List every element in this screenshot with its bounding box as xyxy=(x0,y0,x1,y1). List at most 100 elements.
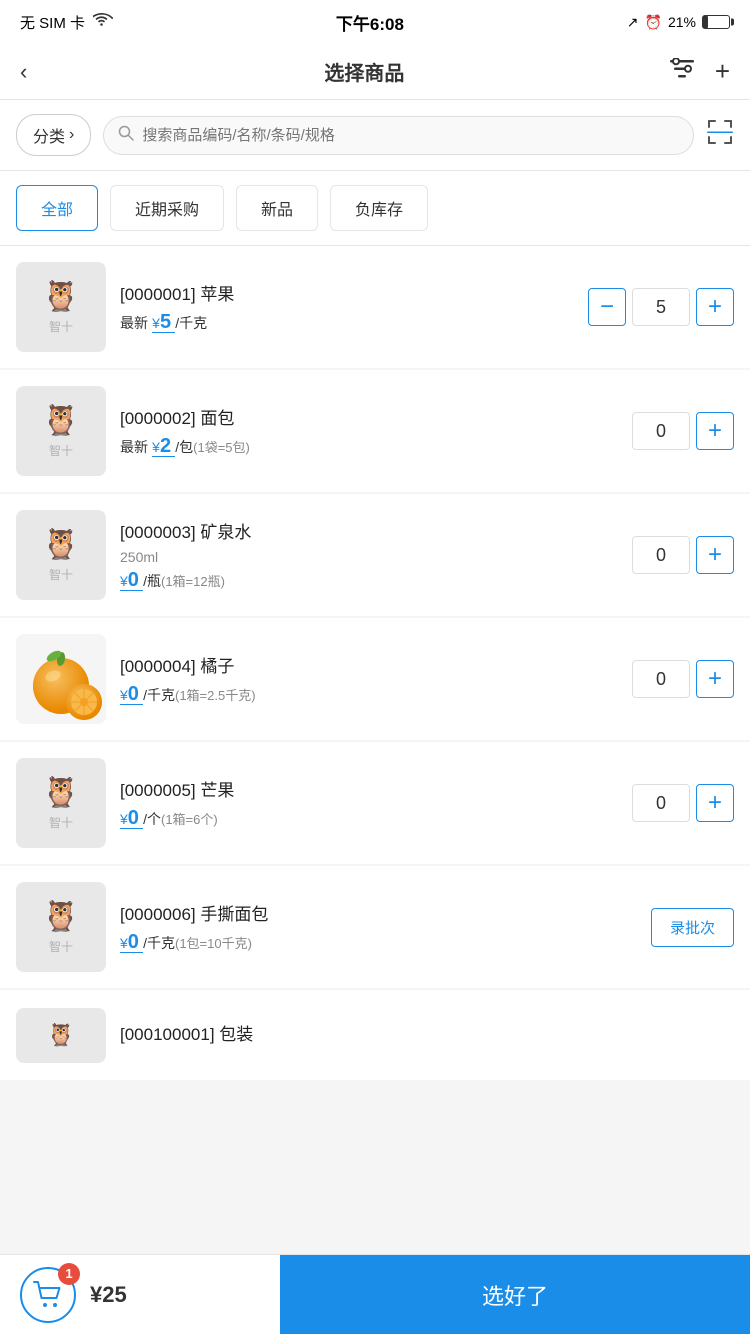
product-qty: + xyxy=(632,412,734,450)
price-currency: ¥ xyxy=(120,687,128,703)
product-info: [0000005] 芒果 ¥0 /个(1箱=6个) xyxy=(120,776,618,830)
batch-button[interactable]: 录批次 xyxy=(651,908,734,947)
product-qty: + xyxy=(632,660,734,698)
placeholder-text: 智十 xyxy=(49,938,73,955)
cart-button[interactable]: 1 xyxy=(20,1267,76,1323)
qty-increase-button[interactable]: + xyxy=(696,660,734,698)
qty-input[interactable] xyxy=(632,412,690,450)
product-name: [0000004] 橘子 xyxy=(120,652,618,677)
product-image: 🦉 智十 xyxy=(16,510,106,600)
qty-increase-button[interactable]: + xyxy=(696,784,734,822)
placeholder-icon: 🦉 xyxy=(47,1022,74,1048)
product-image: 🦉 智十 xyxy=(16,386,106,476)
qty-input[interactable] xyxy=(632,660,690,698)
price-unit: /瓶 xyxy=(143,573,161,589)
search-input[interactable] xyxy=(142,127,679,144)
qty-increase-button[interactable]: + xyxy=(696,412,734,450)
confirm-button[interactable]: 选好了 xyxy=(280,1255,750,1334)
list-item: 🦉 智十 [0000006] 手撕面包 ¥0 /千克(1包=10千克) 录批次 xyxy=(0,866,750,988)
product-price: 最新 ¥5 /千克 xyxy=(120,311,574,334)
carrier-text: 无 SIM 卡 xyxy=(20,12,85,33)
price-unit: /个 xyxy=(143,811,161,827)
product-image: 🦉 智十 xyxy=(16,882,106,972)
cart-section: 1 ¥25 xyxy=(0,1267,280,1323)
price-currency: ¥ xyxy=(120,811,128,827)
price-currency: ¥ xyxy=(152,439,160,455)
price-unit: /千克 xyxy=(143,935,175,951)
list-item: 🦉 智十 [0000002] 面包 最新 ¥2 /包(1袋=5包) + xyxy=(0,370,750,492)
search-icon xyxy=(118,125,134,146)
add-icon[interactable]: + xyxy=(715,56,730,87)
category-button[interactable]: 分类 › xyxy=(16,114,91,156)
qty-input[interactable] xyxy=(632,288,690,326)
product-qty: − + xyxy=(588,288,734,326)
filter-icon[interactable] xyxy=(669,58,695,86)
tab-all[interactable]: 全部 xyxy=(16,185,98,231)
qty-decrease-button[interactable]: − xyxy=(588,288,626,326)
back-button[interactable]: ‹ xyxy=(20,59,60,85)
bottom-bar: 1 ¥25 选好了 xyxy=(0,1254,750,1334)
cart-icon xyxy=(33,1281,63,1309)
price-amount: 2 xyxy=(160,435,171,457)
placeholder-text: 智十 xyxy=(49,442,73,459)
price-currency: ¥ xyxy=(120,573,128,589)
toolbar: 分类 › xyxy=(0,100,750,171)
tab-recent[interactable]: 近期采购 xyxy=(110,185,224,231)
product-name: [0000002] 面包 xyxy=(120,404,618,429)
price-amount: 0 xyxy=(128,683,139,705)
price-currency: ¥ xyxy=(152,315,160,331)
product-info: [000100001] 包装 xyxy=(120,1020,734,1051)
page-title: 选择商品 xyxy=(324,57,404,86)
price-unit-detail: (1包=10千克) xyxy=(175,936,252,951)
cart-total: ¥25 xyxy=(90,1282,127,1308)
product-spec: 250ml xyxy=(120,549,618,565)
product-qty: 录批次 xyxy=(651,908,734,947)
price-label: 最新 xyxy=(120,315,148,331)
status-left: 无 SIM 卡 xyxy=(20,12,113,33)
product-name: [0000003] 矿泉水 xyxy=(120,518,618,543)
scan-icon[interactable] xyxy=(706,118,734,152)
nav-actions: + xyxy=(669,56,730,87)
price-amount: 5 xyxy=(160,311,171,333)
product-list: 🦉 智十 [0000001] 苹果 最新 ¥5 /千克 − + 🦉 智十 [00… xyxy=(0,246,750,1080)
product-image: 🦉 智十 xyxy=(16,758,106,848)
product-price: ¥0 /个(1箱=6个) xyxy=(120,807,618,830)
price-amount: 0 xyxy=(128,931,139,953)
placeholder-text: 智十 xyxy=(49,814,73,831)
placeholder-text: 智十 xyxy=(49,566,73,583)
price-unit: /包 xyxy=(175,439,193,455)
product-info: [0000004] 橘子 ¥0 /千克(1箱=2.5千克) xyxy=(120,652,618,706)
qty-increase-button[interactable]: + xyxy=(696,288,734,326)
product-qty: + xyxy=(632,536,734,574)
product-image: 🦉 xyxy=(16,1008,106,1063)
product-name: [0000006] 手撕面包 xyxy=(120,900,637,925)
alarm-icon: ⏰ xyxy=(645,14,662,31)
price-unit: /千克 xyxy=(175,315,207,331)
qty-input[interactable] xyxy=(632,784,690,822)
product-info: [0000002] 面包 最新 ¥2 /包(1袋=5包) xyxy=(120,404,618,458)
nav-bar: ‹ 选择商品 + xyxy=(0,44,750,100)
product-name: [000100001] 包装 xyxy=(120,1020,734,1045)
product-image xyxy=(16,634,106,724)
battery-icon xyxy=(702,15,730,29)
product-name: [0000001] 苹果 xyxy=(120,280,574,305)
price-amount: 0 xyxy=(128,807,139,829)
status-bar: 无 SIM 卡 下午6:08 ↗ ⏰ 21% xyxy=(0,0,750,44)
price-unit-detail: (1袋=5包) xyxy=(193,440,250,455)
product-name: [0000005] 芒果 xyxy=(120,776,618,801)
placeholder-icon: 🦉 xyxy=(42,403,79,438)
qty-input[interactable] xyxy=(632,536,690,574)
tab-new[interactable]: 新品 xyxy=(236,185,318,231)
cart-badge: 1 xyxy=(58,1263,80,1285)
qty-increase-button[interactable]: + xyxy=(696,536,734,574)
price-currency: ¥ xyxy=(120,935,128,951)
search-bar[interactable] xyxy=(103,116,694,155)
wifi-icon xyxy=(93,13,113,32)
tab-negative[interactable]: 负库存 xyxy=(330,185,428,231)
status-time: 下午6:08 xyxy=(336,10,404,35)
orange-image xyxy=(16,634,106,724)
product-info: [0000006] 手撕面包 ¥0 /千克(1包=10千克) xyxy=(120,900,637,954)
price-amount: 0 xyxy=(128,569,139,591)
product-qty: + xyxy=(632,784,734,822)
placeholder-icon: 🦉 xyxy=(42,527,79,562)
